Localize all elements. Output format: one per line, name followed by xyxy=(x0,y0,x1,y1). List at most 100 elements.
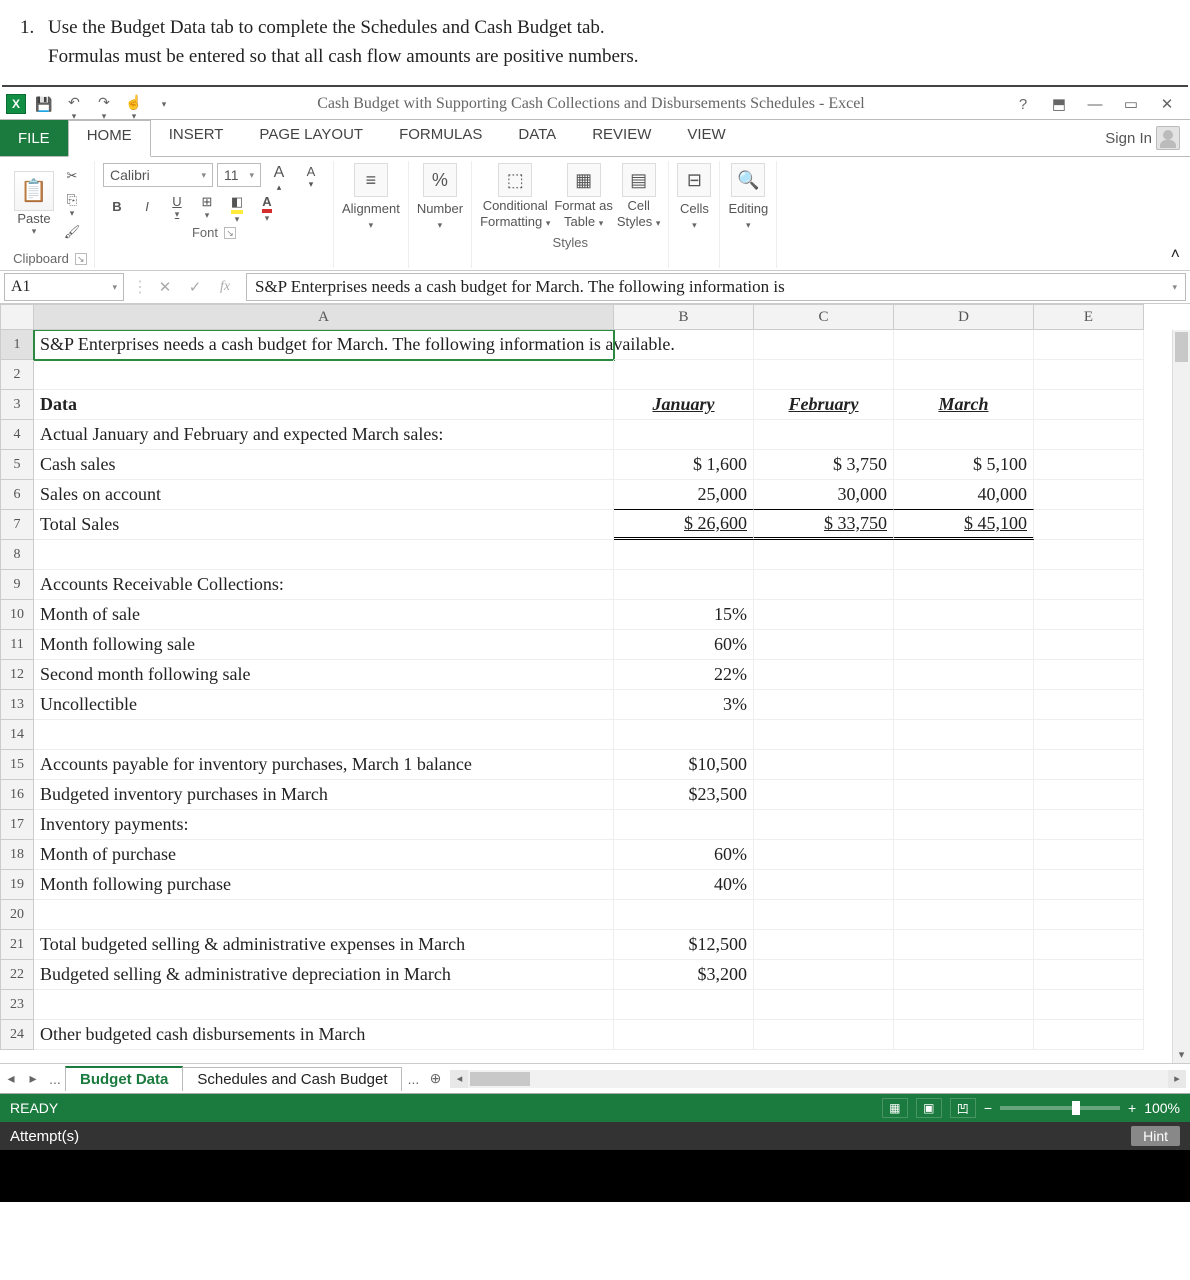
row-header[interactable]: 1 xyxy=(0,330,34,360)
tab-more[interactable]: ... xyxy=(402,1066,424,1092)
cell-C16[interactable] xyxy=(754,780,894,810)
grow-font-icon[interactable]: A▴ xyxy=(265,163,293,189)
cell-E23[interactable] xyxy=(1034,990,1144,1020)
cell-C1[interactable] xyxy=(754,330,894,360)
cell-D2[interactable] xyxy=(894,360,1034,390)
row-header[interactable]: 10 xyxy=(0,600,34,630)
col-header-e[interactable]: E xyxy=(1034,304,1144,330)
font-color-icon[interactable]: A▾ xyxy=(253,193,281,219)
cell-B18[interactable]: 60% xyxy=(614,840,754,870)
cell-A16[interactable]: Budgeted inventory purchases in March xyxy=(34,780,614,810)
cell-D11[interactable] xyxy=(894,630,1034,660)
cell-E12[interactable] xyxy=(1034,660,1144,690)
tab-data[interactable]: DATA xyxy=(500,120,574,156)
cell-E5[interactable] xyxy=(1034,450,1144,480)
formula-bar[interactable]: S&P Enterprises needs a cash budget for … xyxy=(246,273,1186,301)
col-header-d[interactable]: D xyxy=(894,304,1034,330)
cell-E14[interactable] xyxy=(1034,720,1144,750)
row-header[interactable]: 14 xyxy=(0,720,34,750)
tab-home[interactable]: HOME xyxy=(68,120,151,157)
tab-file[interactable]: FILE xyxy=(0,120,68,156)
qat-customize-icon[interactable]: ▾ xyxy=(152,93,176,115)
cell-C8[interactable] xyxy=(754,540,894,570)
row-header[interactable]: 8 xyxy=(0,540,34,570)
italic-button[interactable]: I xyxy=(133,193,161,219)
cell-A10[interactable]: Month of sale xyxy=(34,600,614,630)
row-header[interactable]: 18 xyxy=(0,840,34,870)
number-format-icon[interactable]: % xyxy=(423,163,457,197)
cell-B23[interactable] xyxy=(614,990,754,1020)
tab-ellipsis[interactable]: ... xyxy=(44,1066,66,1092)
cell-D3[interactable]: March xyxy=(894,390,1034,420)
cell-E2[interactable] xyxy=(1034,360,1144,390)
conditional-formatting-button[interactable]: ⬚ ConditionalFormatting ▾ xyxy=(480,163,550,229)
cell-B5[interactable]: $ 1,600 xyxy=(614,450,754,480)
enter-formula-icon[interactable]: ✓ xyxy=(182,275,208,299)
new-sheet-icon[interactable]: ⊕ xyxy=(424,1066,446,1092)
sheet-tab-schedules[interactable]: Schedules and Cash Budget xyxy=(182,1067,402,1091)
row-header[interactable]: 2 xyxy=(0,360,34,390)
cell-C6[interactable]: 30,000 xyxy=(754,480,894,510)
cell-B14[interactable] xyxy=(614,720,754,750)
cell-A4[interactable]: Actual January and February and expected… xyxy=(34,420,614,450)
cell-E8[interactable] xyxy=(1034,540,1144,570)
cell-D15[interactable] xyxy=(894,750,1034,780)
tab-review[interactable]: REVIEW xyxy=(574,120,669,156)
cell-C9[interactable] xyxy=(754,570,894,600)
horizontal-scrollbar[interactable]: ◂ ▸ xyxy=(450,1070,1186,1088)
cell-D13[interactable] xyxy=(894,690,1034,720)
cell-D8[interactable] xyxy=(894,540,1034,570)
cell-D4[interactable] xyxy=(894,420,1034,450)
zoom-in-icon[interactable]: + xyxy=(1128,1100,1136,1116)
col-header-c[interactable]: C xyxy=(754,304,894,330)
row-header[interactable]: 3 xyxy=(0,390,34,420)
cell-A3[interactable]: Data xyxy=(34,390,614,420)
cell-B16[interactable]: $23,500 xyxy=(614,780,754,810)
tab-insert[interactable]: INSERT xyxy=(151,120,242,156)
normal-view-icon[interactable]: ▦ xyxy=(882,1098,908,1118)
cell-B1[interactable] xyxy=(614,330,754,360)
cell-B10[interactable]: 15% xyxy=(614,600,754,630)
cell-E20[interactable] xyxy=(1034,900,1144,930)
row-header[interactable]: 20 xyxy=(0,900,34,930)
cell-D23[interactable] xyxy=(894,990,1034,1020)
cell-A11[interactable]: Month following sale xyxy=(34,630,614,660)
cell-E9[interactable] xyxy=(1034,570,1144,600)
cell-E4[interactable] xyxy=(1034,420,1144,450)
font-dialog-icon[interactable]: ↘ xyxy=(224,227,236,239)
cell-E18[interactable] xyxy=(1034,840,1144,870)
cell-B8[interactable] xyxy=(614,540,754,570)
format-painter-icon[interactable]: 🖌 xyxy=(58,219,86,245)
cell-B17[interactable] xyxy=(614,810,754,840)
cell-A1[interactable]: S&P Enterprises needs a cash budget for … xyxy=(34,330,614,360)
sign-in[interactable]: Sign In xyxy=(1095,120,1190,156)
ribbon-display-icon[interactable]: ⬒ xyxy=(1042,93,1076,115)
tab-scroll-right-icon[interactable]: ▸ xyxy=(22,1066,44,1092)
cell-C3[interactable]: February xyxy=(754,390,894,420)
cell-D7[interactable]: $ 45,100 xyxy=(894,510,1034,540)
page-layout-view-icon[interactable]: ▣ xyxy=(916,1098,942,1118)
cell-E24[interactable] xyxy=(1034,1020,1144,1050)
help-button[interactable]: ? xyxy=(1006,93,1040,115)
cell-D1[interactable] xyxy=(894,330,1034,360)
bold-button[interactable]: B xyxy=(103,193,131,219)
vertical-scrollbar[interactable]: ▴ ▾ xyxy=(1172,330,1190,1063)
copy-icon[interactable]: ⎘▾ xyxy=(58,191,86,217)
row-header[interactable]: 15 xyxy=(0,750,34,780)
cell-D18[interactable] xyxy=(894,840,1034,870)
close-button[interactable]: ✕ xyxy=(1150,93,1184,115)
hscroll-right-icon[interactable]: ▸ xyxy=(1168,1070,1186,1088)
tab-scroll-left-icon[interactable]: ◂ xyxy=(0,1066,22,1092)
cancel-formula-icon[interactable]: ✕ xyxy=(152,275,178,299)
paste-label[interactable]: Paste xyxy=(17,211,50,226)
save-icon[interactable]: 💾 xyxy=(32,93,56,115)
cell-A18[interactable]: Month of purchase xyxy=(34,840,614,870)
underline-button[interactable]: U▾ xyxy=(163,193,191,219)
cell-B9[interactable] xyxy=(614,570,754,600)
cell-B12[interactable]: 22% xyxy=(614,660,754,690)
cell-A12[interactable]: Second month following sale xyxy=(34,660,614,690)
cell-A15[interactable]: Accounts payable for inventory purchases… xyxy=(34,750,614,780)
cell-A19[interactable]: Month following purchase xyxy=(34,870,614,900)
cell-C5[interactable]: $ 3,750 xyxy=(754,450,894,480)
cell-C10[interactable] xyxy=(754,600,894,630)
